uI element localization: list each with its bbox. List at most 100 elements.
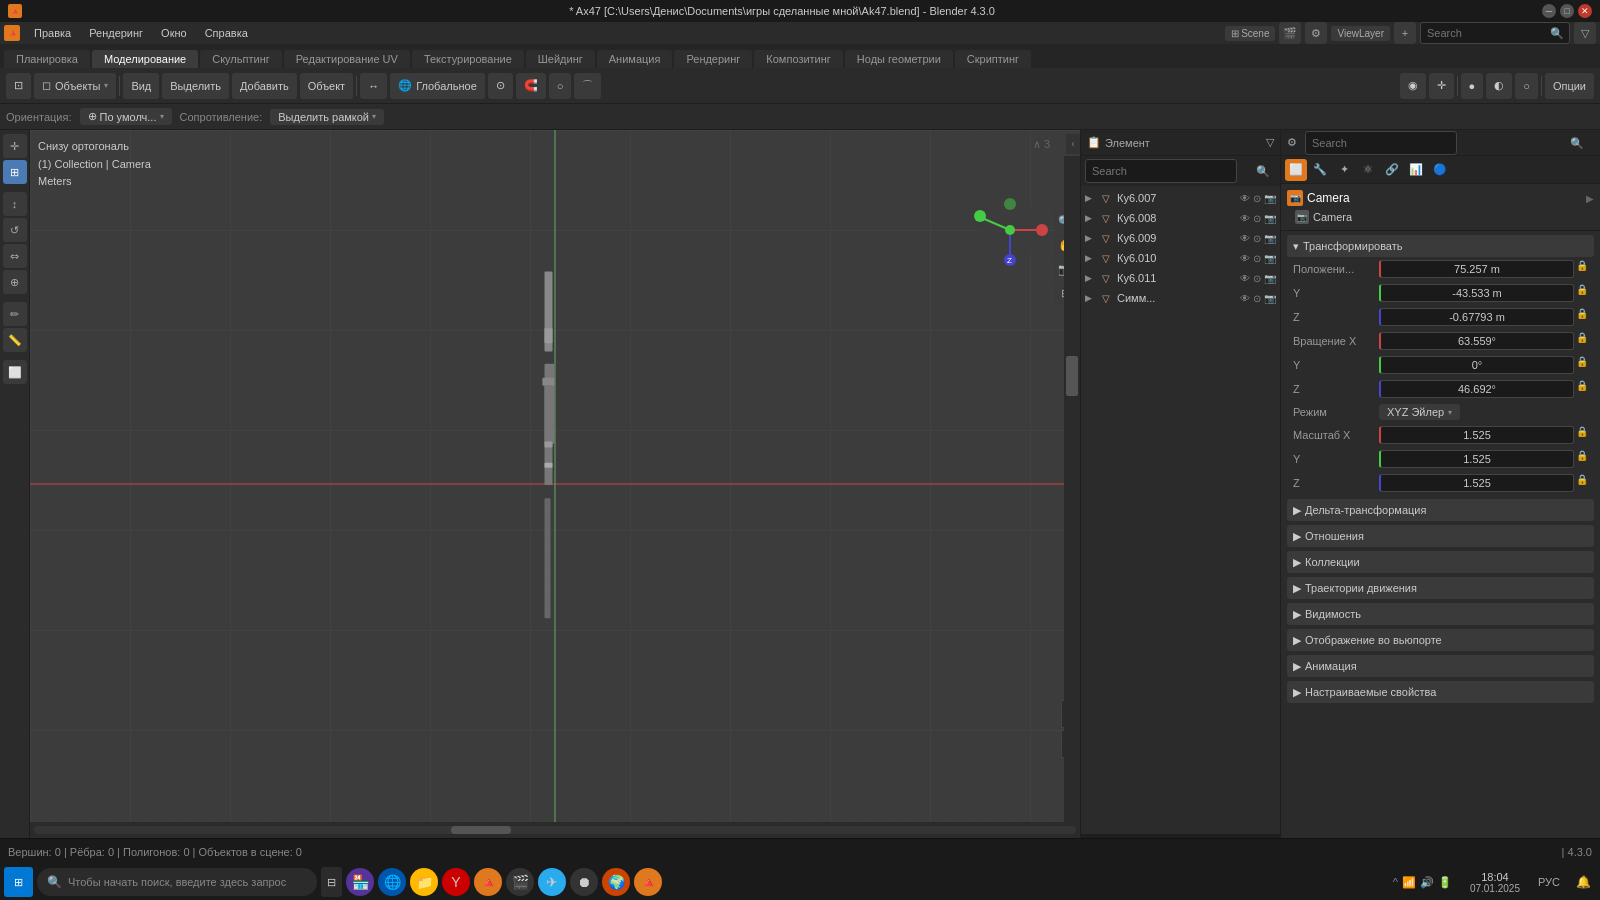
blender-icon[interactable]: 🔺 bbox=[4, 25, 20, 41]
gizmo-btn[interactable]: ✛ bbox=[1429, 73, 1454, 99]
menu-render[interactable]: Рендеринг bbox=[81, 25, 151, 41]
vis-sel-2[interactable]: ⊙ bbox=[1253, 233, 1261, 244]
tab-animation[interactable]: Анимация bbox=[597, 50, 673, 68]
vis-sel-5[interactable]: ⊙ bbox=[1253, 293, 1261, 304]
object-mode-btn[interactable]: ◻ Объекты ▾ bbox=[34, 73, 116, 99]
vis-render-2[interactable]: 📷 bbox=[1264, 233, 1276, 244]
vis-sel-0[interactable]: ⊙ bbox=[1253, 193, 1261, 204]
audio-icon[interactable]: 🔊 bbox=[1420, 876, 1434, 889]
vis-render-1[interactable]: 📷 bbox=[1264, 213, 1276, 224]
rot-x-lock[interactable]: 🔒 bbox=[1576, 332, 1588, 350]
taskbar-yandex-icon[interactable]: Y bbox=[442, 868, 470, 896]
rot-z-lock[interactable]: 🔒 bbox=[1576, 380, 1588, 398]
measure-btn[interactable]: 📏 bbox=[3, 328, 27, 352]
language-indicator[interactable]: РУС bbox=[1532, 876, 1566, 888]
close-button[interactable]: ✕ bbox=[1578, 4, 1592, 18]
rot-x-value[interactable]: 63.559° bbox=[1379, 332, 1574, 350]
shading-render-btn[interactable]: ○ bbox=[1515, 73, 1538, 99]
object-menu-btn[interactable]: Объект bbox=[300, 73, 353, 99]
taskbar-edge-icon[interactable]: 🌐 bbox=[378, 868, 406, 896]
scale-tool-btn[interactable]: ⇔ bbox=[3, 244, 27, 268]
pos-y-lock[interactable]: 🔒 bbox=[1576, 284, 1588, 302]
tab-texturing[interactable]: Текстурирование bbox=[412, 50, 524, 68]
vis-render-0[interactable]: 📷 bbox=[1264, 193, 1276, 204]
viewport-collapse-handle[interactable]: ‹ bbox=[1066, 134, 1080, 154]
props-data-icon[interactable]: 📊 bbox=[1405, 159, 1427, 181]
props-material-icon[interactable]: 🔵 bbox=[1429, 159, 1451, 181]
vis-eye-2[interactable]: 👁 bbox=[1240, 233, 1250, 244]
snap-btn[interactable]: 🧲 bbox=[516, 73, 546, 99]
tab-compositing[interactable]: Композитинг bbox=[754, 50, 843, 68]
global-orientation-btn[interactable]: 🌐 Глобальное bbox=[390, 73, 485, 99]
task-view-btn[interactable]: ⊟ bbox=[321, 867, 342, 897]
hscroll-track[interactable] bbox=[34, 826, 1076, 834]
list-item[interactable]: ▶ ▽ Ку6.010 👁 ⊙ 📷 bbox=[1081, 248, 1280, 268]
list-item[interactable]: ▶ ▽ Ку6.011 👁 ⊙ 📷 bbox=[1081, 268, 1280, 288]
scale-x-lock[interactable]: 🔒 bbox=[1576, 426, 1588, 444]
select-box-btn[interactable]: ⊞ bbox=[3, 160, 27, 184]
props-search-input[interactable] bbox=[1305, 131, 1457, 155]
vscroll-thumb-right[interactable] bbox=[1066, 356, 1078, 396]
props-constraint-icon[interactable]: 🔗 bbox=[1381, 159, 1403, 181]
menu-edit[interactable]: Правка bbox=[26, 25, 79, 41]
transform-tool-btn[interactable]: ⊕ bbox=[3, 270, 27, 294]
rot-mode-dropdown[interactable]: XYZ Эйлер ▾ bbox=[1379, 404, 1460, 420]
props-physics-icon[interactable]: ⚛ bbox=[1357, 159, 1379, 181]
vis-eye-3[interactable]: 👁 bbox=[1240, 253, 1250, 264]
viewport-display-header[interactable]: ▶ Отображение во вьюпорте bbox=[1287, 629, 1594, 651]
minimize-button[interactable]: ─ bbox=[1542, 4, 1556, 18]
rot-z-value[interactable]: 46.692° bbox=[1379, 380, 1574, 398]
scale-y-value[interactable]: 1.525 bbox=[1379, 450, 1574, 468]
custom-props-header[interactable]: ▶ Настраиваемые свойства bbox=[1287, 681, 1594, 703]
list-item[interactable]: ▶ ▽ Ку6.009 👁 ⊙ 📷 bbox=[1081, 228, 1280, 248]
taskbar-record-icon[interactable]: ⏺ bbox=[570, 868, 598, 896]
view-menu-btn[interactable]: Вид bbox=[123, 73, 159, 99]
taskbar-video-icon[interactable]: 🎬 bbox=[506, 868, 534, 896]
battery-icon[interactable]: 🔋 bbox=[1438, 876, 1452, 889]
3d-viewport[interactable]: Снизу ортогональ (1) Collection | Camera… bbox=[30, 130, 1080, 838]
taskbar-search[interactable]: 🔍 Чтобы начать поиск, введите здесь запр… bbox=[37, 868, 317, 896]
animation-section-header[interactable]: ▶ Анимация bbox=[1287, 655, 1594, 677]
select-menu-btn[interactable]: Выделить bbox=[162, 73, 229, 99]
vis-eye-1[interactable]: 👁 bbox=[1240, 213, 1250, 224]
move-tool-btn[interactable]: ↕ bbox=[3, 192, 27, 216]
object-expand-icon[interactable]: ▶ bbox=[1586, 193, 1594, 204]
hscroll-thumb[interactable] bbox=[451, 826, 511, 834]
add-menu-btn[interactable]: Добавить bbox=[232, 73, 297, 99]
select-mode-btn[interactable]: Выделить рамкой ▾ bbox=[270, 109, 384, 125]
taskbar-clock[interactable]: 18:04 07.01.2025 bbox=[1462, 871, 1528, 894]
shading-mat-btn[interactable]: ◐ bbox=[1486, 73, 1512, 99]
props-particle-icon[interactable]: ✦ bbox=[1333, 159, 1355, 181]
overlay-btn[interactable]: ◉ bbox=[1400, 73, 1426, 99]
vis-render-4[interactable]: 📷 bbox=[1264, 273, 1276, 284]
scene-icon[interactable]: 🎬 bbox=[1279, 22, 1301, 44]
tab-scripting[interactable]: Скриптинг bbox=[955, 50, 1031, 68]
editor-type-btn[interactable]: ⊞ Scene bbox=[1225, 26, 1275, 41]
tab-uv-editing[interactable]: Редактирование UV bbox=[284, 50, 410, 68]
list-item[interactable]: ▶ ▽ Ку6.007 👁 ⊙ 📷 bbox=[1081, 188, 1280, 208]
options-btn[interactable]: Опции bbox=[1545, 73, 1594, 99]
view-layer-btn[interactable]: ViewLayer bbox=[1331, 26, 1390, 41]
maximize-button[interactable]: □ bbox=[1560, 4, 1574, 18]
falloff-btn[interactable]: ⌒ bbox=[574, 73, 601, 99]
proportional-btn[interactable]: ○ bbox=[549, 73, 572, 99]
notification-icon[interactable]: 🔔 bbox=[1570, 869, 1596, 895]
tab-shading[interactable]: Шейдинг bbox=[526, 50, 595, 68]
view-layer-add-icon[interactable]: + bbox=[1394, 22, 1416, 44]
tray-icon-1[interactable]: ^ bbox=[1393, 876, 1398, 888]
visibility-header[interactable]: ▶ Видимость bbox=[1287, 603, 1594, 625]
top-search-input[interactable] bbox=[1420, 22, 1570, 44]
props-modifier-icon[interactable]: 🔧 bbox=[1309, 159, 1331, 181]
viewport-gizmo[interactable]: Z X Y bbox=[970, 190, 1050, 270]
motion-paths-header[interactable]: ▶ Траектории движения bbox=[1287, 577, 1594, 599]
pos-z-value[interactable]: -0.67793 m bbox=[1379, 308, 1574, 326]
rotate-tool-btn[interactable]: ↺ bbox=[3, 218, 27, 242]
pos-z-lock[interactable]: 🔒 bbox=[1576, 308, 1588, 326]
delta-header[interactable]: ▶ Дельта-трансформация bbox=[1287, 499, 1594, 521]
filter-icon[interactable]: ▽ bbox=[1574, 22, 1596, 44]
tab-rendering[interactable]: Рендеринг bbox=[674, 50, 752, 68]
vis-sel-3[interactable]: ⊙ bbox=[1253, 253, 1261, 264]
vis-sel-4[interactable]: ⊙ bbox=[1253, 273, 1261, 284]
annotate-btn[interactable]: ✏ bbox=[3, 302, 27, 326]
network-icon[interactable]: 📶 bbox=[1402, 876, 1416, 889]
